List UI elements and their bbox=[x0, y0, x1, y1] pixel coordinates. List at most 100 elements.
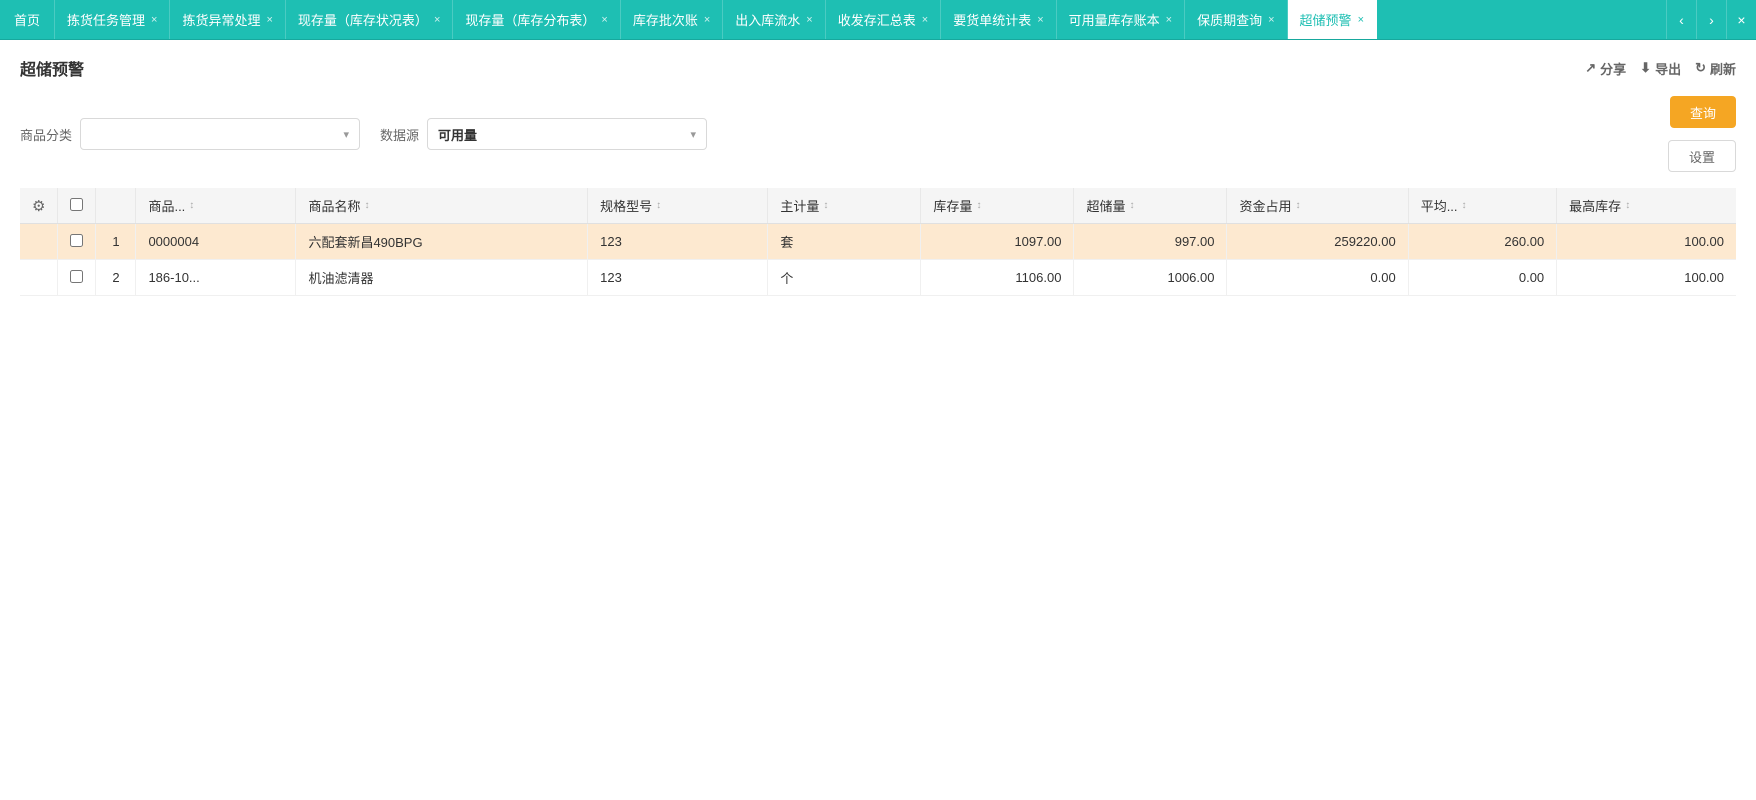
stock-sort[interactable]: 库存量 ↕ bbox=[933, 196, 981, 215]
max-sort[interactable]: 最高库存 ↕ bbox=[1569, 196, 1630, 215]
row1-checkbox[interactable] bbox=[70, 234, 83, 247]
close-tab-5-icon[interactable]: × bbox=[704, 14, 710, 26]
page-title-row: 超储预警 ↗ 分享 ⬇ 导出 ↻ 刷新 bbox=[20, 56, 1736, 80]
row2-avg: 0.00 bbox=[1408, 260, 1556, 296]
row2-checkbox-cell[interactable] bbox=[58, 260, 96, 296]
row1-spec: 123 bbox=[588, 224, 768, 260]
nav-tab-4[interactable]: 现存量（库存分布表） × bbox=[453, 0, 620, 40]
share-icon: ↗ bbox=[1585, 60, 1596, 76]
share-button[interactable]: ↗ 分享 bbox=[1585, 59, 1626, 78]
sku-sort[interactable]: 商品... ↕ bbox=[148, 196, 194, 215]
close-tab-6-icon[interactable]: × bbox=[806, 14, 812, 26]
close-tab-9-icon[interactable]: × bbox=[1166, 14, 1172, 26]
col-header-over[interactable]: 超储量 ↕ bbox=[1074, 188, 1227, 224]
row1-fund: 259220.00 bbox=[1227, 224, 1408, 260]
nav-tab-5[interactable]: 库存批次账 × bbox=[621, 0, 723, 40]
max-sort-icon: ↕ bbox=[1625, 200, 1630, 211]
data-table: ⚙ 商品... ↕ 商品名称 ↕ bbox=[20, 188, 1736, 296]
refresh-button[interactable]: ↻ 刷新 bbox=[1695, 59, 1736, 78]
avg-sort-icon: ↕ bbox=[1462, 200, 1467, 211]
sku-sort-icon: ↕ bbox=[189, 200, 194, 211]
category-filter: 商品分类 ▾ bbox=[20, 118, 360, 150]
nav-tab-10[interactable]: 保质期查询 × bbox=[1185, 0, 1287, 40]
col-header-sku[interactable]: 商品... ↕ bbox=[136, 188, 296, 224]
close-tab-4-icon[interactable]: × bbox=[601, 14, 607, 26]
col-header-avg[interactable]: 平均... ↕ bbox=[1408, 188, 1556, 224]
nav-arrows: ‹ › × bbox=[1666, 0, 1756, 40]
col-header-checkbox[interactable] bbox=[58, 188, 96, 224]
table-row: 1 0000004 六配套新昌490BPG 123 套 1097.00 997.… bbox=[20, 224, 1736, 260]
filter-buttons: 查询 设置 bbox=[1668, 96, 1736, 172]
row2-unit: 个 bbox=[768, 260, 921, 296]
close-tab-10-icon[interactable]: × bbox=[1268, 14, 1274, 26]
spec-sort[interactable]: 规格型号 ↕ bbox=[600, 196, 661, 215]
col-header-name[interactable]: 商品名称 ↕ bbox=[296, 188, 588, 224]
query-button[interactable]: 查询 bbox=[1670, 96, 1736, 128]
nav-tab-1[interactable]: 拣货任务管理 × bbox=[55, 0, 170, 40]
row2-name: 机油滤清器 bbox=[296, 260, 588, 296]
col-header-fund[interactable]: 资金占用 ↕ bbox=[1227, 188, 1408, 224]
nav-next-button[interactable]: › bbox=[1696, 0, 1726, 40]
col-header-stock[interactable]: 库存量 ↕ bbox=[921, 188, 1074, 224]
nav-tab-8[interactable]: 要货单统计表 × bbox=[941, 0, 1056, 40]
nav-close-button[interactable]: × bbox=[1726, 0, 1756, 40]
over-sort[interactable]: 超储量 ↕ bbox=[1086, 196, 1134, 215]
datasource-select[interactable]: 可用量 ▾ bbox=[427, 118, 707, 150]
nav-tab-3[interactable]: 现存量（库存状况表） × bbox=[286, 0, 453, 40]
row1-checkbox-cell[interactable] bbox=[58, 224, 96, 260]
setting-button[interactable]: 设置 bbox=[1668, 140, 1736, 172]
select-all-checkbox[interactable] bbox=[70, 198, 83, 211]
nav-home[interactable]: 首页 bbox=[0, 0, 55, 40]
close-tab-3-icon[interactable]: × bbox=[434, 14, 440, 26]
col-header-spec[interactable]: 规格型号 ↕ bbox=[588, 188, 768, 224]
row1-unit: 套 bbox=[768, 224, 921, 260]
row2-stock: 1106.00 bbox=[921, 260, 1074, 296]
nav-prev-button[interactable]: ‹ bbox=[1666, 0, 1696, 40]
fund-sort[interactable]: 资金占用 ↕ bbox=[1239, 196, 1300, 215]
datasource-dropdown-icon: ▾ bbox=[691, 128, 697, 141]
spec-sort-icon: ↕ bbox=[656, 200, 661, 211]
unit-sort[interactable]: 主计量 ↕ bbox=[780, 196, 828, 215]
filter-row: 商品分类 ▾ 数据源 可用量 ▾ 查询 设置 bbox=[20, 96, 1736, 172]
row1-over: 997.00 bbox=[1074, 224, 1227, 260]
name-sort[interactable]: 商品名称 ↕ bbox=[308, 196, 369, 215]
gear-icon[interactable]: ⚙ bbox=[32, 198, 45, 215]
export-icon: ⬇ bbox=[1640, 60, 1651, 76]
table-header-row: ⚙ 商品... ↕ 商品名称 ↕ bbox=[20, 188, 1736, 224]
category-label: 商品分类 bbox=[20, 125, 72, 144]
row2-checkbox[interactable] bbox=[70, 270, 83, 283]
nav-tab-6[interactable]: 出入库流水 × bbox=[723, 0, 825, 40]
row1-max: 100.00 bbox=[1557, 224, 1736, 260]
refresh-icon: ↻ bbox=[1695, 60, 1706, 76]
close-tab-11-icon[interactable]: × bbox=[1358, 14, 1364, 26]
row2-sku: 186-10... bbox=[136, 260, 296, 296]
nav-tab-11[interactable]: 超储预警 × bbox=[1288, 0, 1377, 40]
fund-sort-icon: ↕ bbox=[1296, 200, 1301, 211]
export-button[interactable]: ⬇ 导出 bbox=[1640, 59, 1681, 78]
page-title: 超储预警 bbox=[20, 56, 84, 80]
close-tab-2-icon[interactable]: × bbox=[266, 14, 272, 26]
close-tab-8-icon[interactable]: × bbox=[1037, 14, 1043, 26]
unit-sort-icon: ↕ bbox=[823, 200, 828, 211]
datasource-value: 可用量 bbox=[438, 125, 477, 144]
close-tab-7-icon[interactable]: × bbox=[922, 14, 928, 26]
col-header-unit[interactable]: 主计量 ↕ bbox=[768, 188, 921, 224]
nav-tab-7[interactable]: 收发存汇总表 × bbox=[826, 0, 941, 40]
datasource-filter: 数据源 可用量 ▾ bbox=[380, 118, 707, 150]
col-header-rownum bbox=[96, 188, 136, 224]
row1-avg: 260.00 bbox=[1408, 224, 1556, 260]
nav-tab-9[interactable]: 可用量库存账本 × bbox=[1057, 0, 1185, 40]
row2-over: 1006.00 bbox=[1074, 260, 1227, 296]
nav-tab-2[interactable]: 拣货异常处理 × bbox=[170, 0, 285, 40]
row2-spec: 123 bbox=[588, 260, 768, 296]
row1-num: 1 bbox=[96, 224, 136, 260]
col-header-settings[interactable]: ⚙ bbox=[20, 188, 58, 224]
table-body: 1 0000004 六配套新昌490BPG 123 套 1097.00 997.… bbox=[20, 224, 1736, 296]
row1-stock: 1097.00 bbox=[921, 224, 1074, 260]
category-select[interactable]: ▾ bbox=[80, 118, 360, 150]
close-tab-1-icon[interactable]: × bbox=[151, 14, 157, 26]
category-dropdown-icon: ▾ bbox=[343, 128, 349, 141]
avg-sort[interactable]: 平均... ↕ bbox=[1421, 196, 1467, 215]
col-header-max[interactable]: 最高库存 ↕ bbox=[1557, 188, 1736, 224]
table-row: 2 186-10... 机油滤清器 123 个 1106.00 1006.00 … bbox=[20, 260, 1736, 296]
